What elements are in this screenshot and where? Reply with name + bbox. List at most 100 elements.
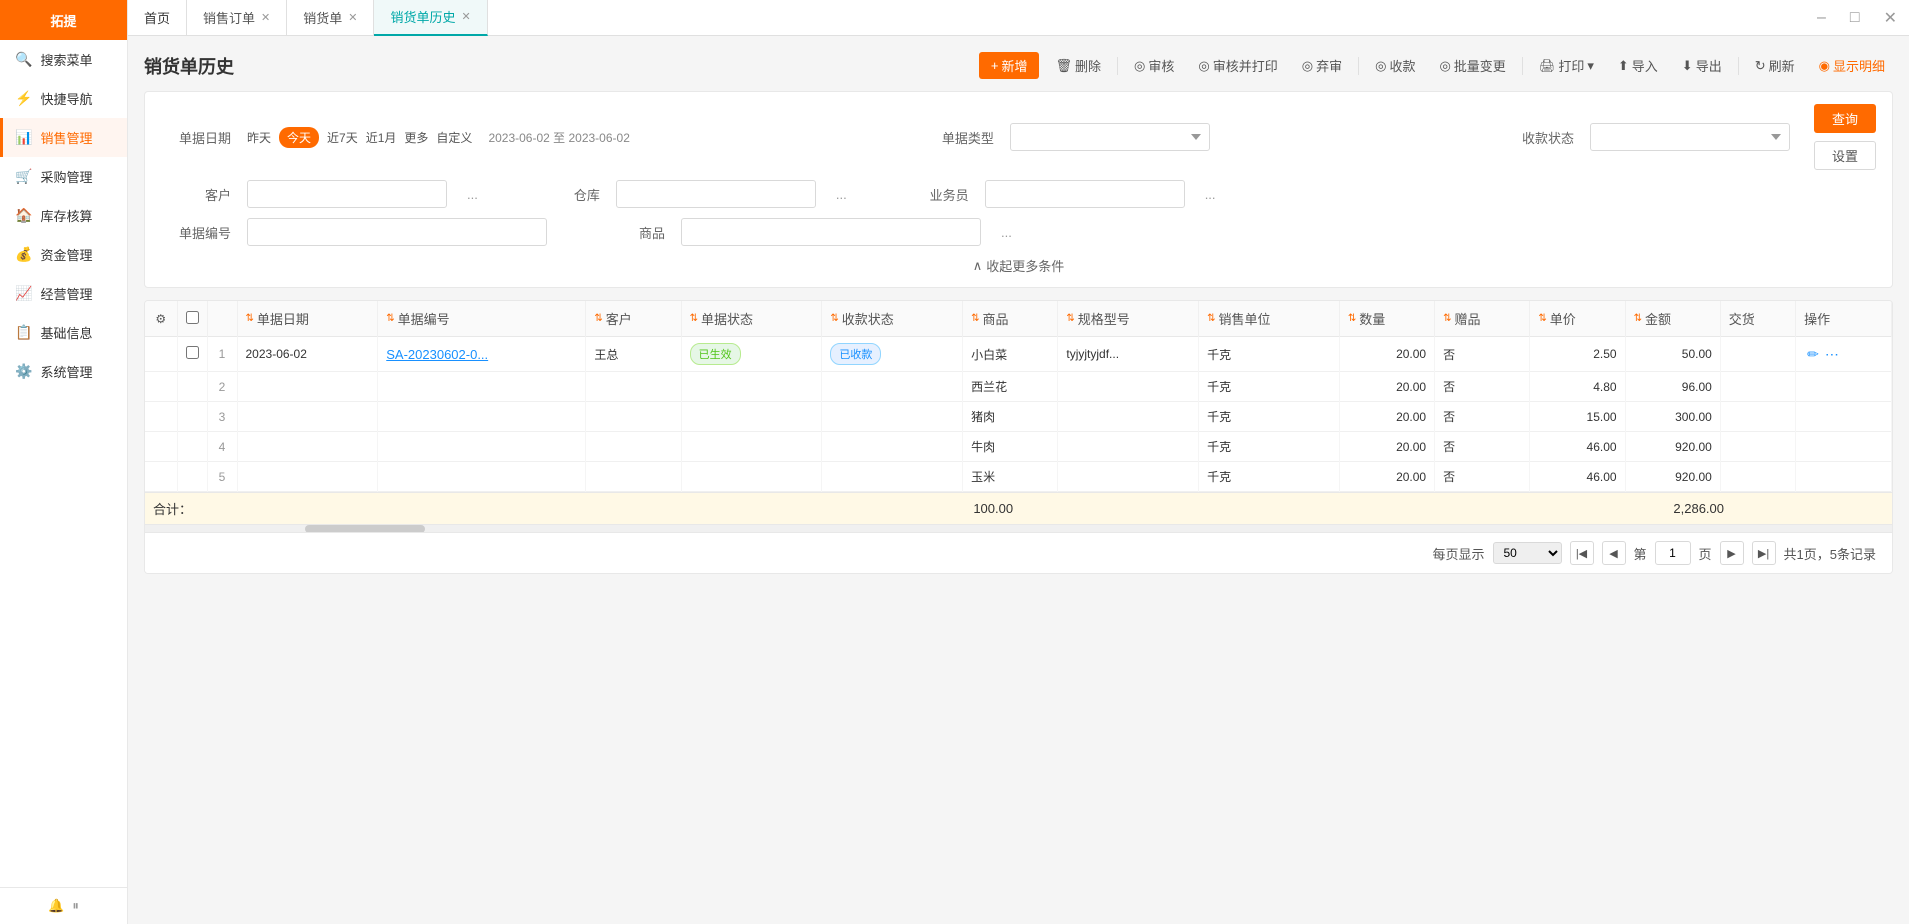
sidebar-item-inventory[interactable]: 🏠 库存核算 [0, 196, 127, 235]
first-page-button[interactable]: |◀ [1570, 541, 1594, 565]
row-checkbox-2[interactable] [177, 372, 207, 402]
sidebar-item-basic-info[interactable]: 📋 基础信息 [0, 313, 127, 352]
goods-col-header[interactable]: ⇅ 商品 [963, 301, 1058, 337]
shortcut-today[interactable]: 今天 [279, 127, 319, 148]
settings-button[interactable]: 设置 [1814, 141, 1876, 170]
receive-button[interactable]: ◎ 收款 [1367, 52, 1423, 79]
abandon-button[interactable]: ◎ 弃审 [1294, 52, 1350, 79]
row-checkbox-4[interactable] [177, 432, 207, 462]
table-row: 4 牛肉 千克 20.00 否 46.00 920.00 [145, 432, 1892, 462]
tab-sales-order[interactable]: 销售订单 ✕ [187, 0, 287, 36]
customer-ellipsis[interactable]: ... [463, 187, 482, 202]
scrollbar-thumb[interactable] [305, 525, 425, 532]
sidebar-item-quick-nav[interactable]: ⚡ 快捷导航 [0, 79, 127, 118]
goods-ellipsis[interactable]: ... [997, 225, 1016, 240]
row-docno-3[interactable] [378, 402, 586, 432]
docstatus-col-header[interactable]: ⇅ 单据状态 [681, 301, 822, 337]
refresh-button[interactable]: ↻ 刷新 [1747, 52, 1803, 79]
sidebar-item-fund-mgmt[interactable]: 💰 资金管理 [0, 235, 127, 274]
close-sales-goods-icon[interactable]: ✕ [348, 11, 357, 24]
shortcut-custom[interactable]: 自定义 [436, 129, 472, 146]
minimize-button[interactable]: – [1805, 0, 1838, 36]
query-button[interactable]: 查询 [1814, 104, 1876, 133]
batch-change-button[interactable]: ◎ 批量变更 [1431, 52, 1513, 79]
row-checkbox-5[interactable] [177, 462, 207, 492]
goods-input[interactable] [681, 218, 981, 246]
row-spec-1: tyjyjtyjdf... [1058, 337, 1199, 372]
more-icon-1[interactable]: ⋯ [1822, 346, 1842, 362]
unit-col-header[interactable]: ⇅ 销售单位 [1199, 301, 1340, 337]
prev-page-button[interactable]: ◀ [1602, 541, 1626, 565]
row-action-5[interactable] [1796, 462, 1892, 492]
next-page-button[interactable]: ▶ [1720, 541, 1744, 565]
tab-sales-goods[interactable]: 销货单 ✕ [287, 0, 374, 36]
unitprice-col-header[interactable]: ⇅ 单价 [1530, 301, 1625, 337]
maximize-button[interactable]: □ [1838, 0, 1872, 36]
row-num-4: 4 [207, 432, 237, 462]
last-page-button[interactable]: ▶| [1752, 541, 1776, 565]
import-button[interactable]: ⬆ 导入 [1610, 52, 1666, 79]
select-all-checkbox[interactable] [186, 311, 199, 324]
checkbox-col-header[interactable] [177, 301, 207, 337]
recstatus-col-header[interactable]: ⇅ 收款状态 [822, 301, 963, 337]
gift-col-header[interactable]: ⇅ 赠品 [1435, 301, 1530, 337]
row-checkbox-3[interactable] [177, 402, 207, 432]
shortcut-1month[interactable]: 近1月 [366, 129, 397, 146]
close-sales-order-icon[interactable]: ✕ [261, 11, 270, 24]
salesperson-input[interactable] [985, 180, 1185, 208]
close-window-button[interactable]: ✕ [1872, 0, 1909, 36]
salesperson-ellipsis[interactable]: ... [1201, 187, 1220, 202]
tab-home[interactable]: 首页 [128, 0, 187, 36]
date-col-header[interactable]: ⇅ 单据日期 [237, 301, 378, 337]
sidebar-item-purchase-mgmt[interactable]: 🛒 采购管理 [0, 157, 127, 196]
export-button[interactable]: ⬇ 导出 [1674, 52, 1730, 79]
sidebar-item-search-menu[interactable]: 🔍 搜索菜单 [0, 40, 127, 79]
warehouse-ellipsis[interactable]: ... [832, 187, 851, 202]
receive-status-select[interactable] [1590, 123, 1790, 151]
shortcut-yesterday[interactable]: 昨天 [247, 129, 271, 146]
customer-col-header[interactable]: ⇅ 客户 [586, 301, 681, 337]
horizontal-scrollbar[interactable] [145, 524, 1892, 532]
qty-col-header[interactable]: ⇅ 数量 [1339, 301, 1434, 337]
sidebar-item-operation-mgmt[interactable]: 📈 经营管理 [0, 274, 127, 313]
row-amount-5: 920.00 [1625, 462, 1720, 492]
doc-no-input[interactable] [247, 218, 547, 246]
spec-col-header[interactable]: ⇅ 规格型号 [1058, 301, 1199, 337]
close-sales-history-icon[interactable]: ✕ [462, 10, 471, 23]
row-qty-3: 20.00 [1339, 402, 1434, 432]
gear-col-header[interactable]: ⚙ [145, 301, 177, 337]
doc-type-select[interactable] [1010, 123, 1210, 151]
page-size-label: 每页显示 [1432, 544, 1484, 563]
row-docno-5[interactable] [378, 462, 586, 492]
customer-input[interactable] [247, 180, 447, 208]
sidebar-bottom-icon1[interactable]: 🔔 [48, 898, 64, 914]
row-checkbox-1[interactable] [177, 337, 207, 372]
tab-sales-history[interactable]: 销货单历史 ✕ [374, 0, 487, 36]
row-docno-2[interactable] [378, 372, 586, 402]
audit-print-button[interactable]: ◎ 审核并打印 [1190, 52, 1285, 79]
page-size-select[interactable]: 50 100 200 [1493, 542, 1562, 564]
warehouse-input[interactable] [616, 180, 816, 208]
row-action-3[interactable] [1796, 402, 1892, 432]
show-detail-button[interactable]: ◉ 显示明细 [1811, 52, 1893, 79]
shortcut-7days[interactable]: 近7天 [327, 129, 358, 146]
print-button[interactable]: 🖨 打印 ▾ [1531, 52, 1602, 79]
edit-icon-1[interactable]: ✏ [1804, 346, 1822, 362]
sidebar-item-sys-mgmt[interactable]: ⚙️ 系统管理 [0, 352, 127, 391]
shortcut-more[interactable]: 更多 [404, 129, 428, 146]
row-docno-4[interactable] [378, 432, 586, 462]
row-action-2[interactable] [1796, 372, 1892, 402]
sidebar-item-sales-mgmt[interactable]: 📊 销售管理 [0, 118, 127, 157]
delete-button[interactable]: 🗑 删除 [1047, 52, 1109, 79]
add-button[interactable]: + 新增 [979, 52, 1040, 79]
row-action-4[interactable] [1796, 432, 1892, 462]
trade-col-header[interactable]: 交货 [1720, 301, 1795, 337]
amount-col-header[interactable]: ⇅ 金额 [1625, 301, 1720, 337]
row-docno-1[interactable]: SA-20230602-0... [378, 337, 586, 372]
collapse-filter-button[interactable]: ∧ 收起更多条件 [161, 256, 1876, 275]
sidebar-bottom-icon2[interactable]: ⏸ [72, 898, 79, 914]
row-action-1[interactable]: ✏⋯ [1796, 337, 1892, 372]
docno-col-header[interactable]: ⇅ 单据编号 [378, 301, 586, 337]
page-input[interactable] [1655, 541, 1691, 565]
audit-button[interactable]: ◎ 审核 [1126, 52, 1182, 79]
